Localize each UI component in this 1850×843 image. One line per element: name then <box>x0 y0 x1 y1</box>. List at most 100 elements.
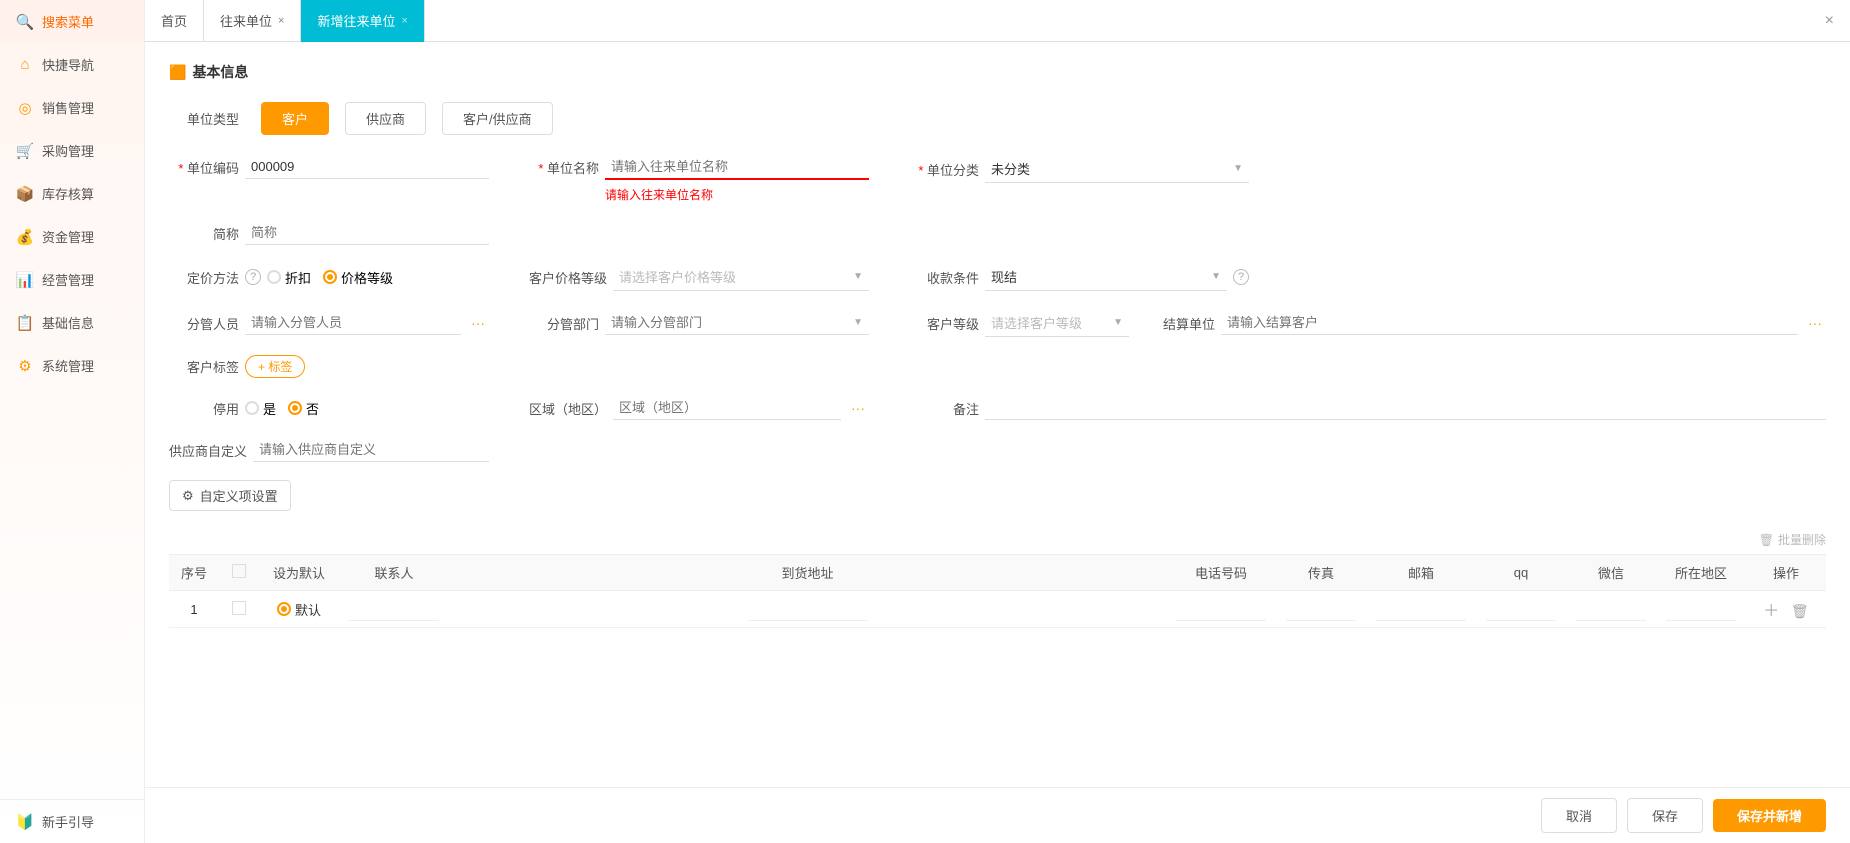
sidebar-item-label: 系统管理 <box>42 356 94 375</box>
row-tags: 客户标签 + 标签 <box>169 355 1826 378</box>
field-supplier-custom: 供应商自定义 <box>169 438 489 462</box>
qq-input[interactable] <box>1486 597 1556 621</box>
finance-icon: 💰 <box>16 228 34 246</box>
email-input[interactable] <box>1376 597 1466 621</box>
cat-select[interactable]: 未分类 ▼ <box>985 155 1249 183</box>
row-disabled-region: 停用 是 否 区域（地区） ··· <box>169 396 1826 420</box>
sidebar-item-sales[interactable]: ◎ 销售管理 <box>0 86 144 129</box>
supplier-custom-input[interactable] <box>253 438 489 462</box>
tab-new-partner-label: 新增往来单位 <box>317 11 395 30</box>
settle-input[interactable] <box>1221 311 1798 335</box>
radio-price-level[interactable]: 价格等级 <box>323 268 393 287</box>
payment-help-icon[interactable]: ? <box>1233 269 1249 285</box>
default-radio[interactable]: 默认 <box>269 600 329 619</box>
batch-delete-icon: 🗑 <box>1759 533 1774 547</box>
radio-no-label: 否 <box>306 399 319 418</box>
sidebar-item-system[interactable]: ⚙ 系统管理 <box>0 344 144 387</box>
delete-row-icon[interactable]: 🗑 <box>1791 603 1809 619</box>
name-label: 单位名称 <box>529 158 599 177</box>
cust-level-value: 请选择客户等级 <box>991 313 1109 332</box>
tab-new-partner-close[interactable]: × <box>401 15 407 27</box>
btn-both[interactable]: 客户/供应商 <box>442 102 553 135</box>
radio-yes-circle <box>245 401 259 415</box>
tab-new-partner[interactable]: 新增往来单位 × <box>301 0 424 42</box>
sidebar-item-search[interactable]: 🔍 搜索菜单 <box>0 0 144 43</box>
save-button[interactable]: 保存 <box>1627 798 1703 833</box>
sidebar: 🔍 搜索菜单 ⌂ 快捷导航 ◎ 销售管理 🛒 采购管理 📦 库存核算 💰 资金管… <box>0 0 145 843</box>
remark-input[interactable] <box>985 396 1826 420</box>
header-checkbox[interactable] <box>232 564 246 578</box>
th-email: 邮箱 <box>1366 555 1476 591</box>
wechat-input[interactable] <box>1576 597 1646 621</box>
code-input[interactable] <box>245 155 489 179</box>
th-wechat: 微信 <box>1566 555 1656 591</box>
region-input[interactable] <box>613 396 841 420</box>
th-default: 设为默认 <box>259 555 339 591</box>
sidebar-item-quicknav[interactable]: ⌂ 快捷导航 <box>0 43 144 86</box>
disabled-label: 停用 <box>169 399 239 418</box>
radio-yes-label: 是 <box>263 399 276 418</box>
save-new-button[interactable]: 保存并新增 <box>1713 799 1826 832</box>
sidebar-item-finance[interactable]: 💰 资金管理 <box>0 215 144 258</box>
btn-customer[interactable]: 客户 <box>261 102 329 135</box>
tag-label: 客户标签 <box>169 357 239 376</box>
td-addr <box>449 591 1166 628</box>
batch-delete-button[interactable]: 🗑 批量删除 <box>1759 531 1826 548</box>
payment-select[interactable]: 现结 ▼ <box>985 263 1227 291</box>
th-region: 所在地区 <box>1656 555 1746 591</box>
name-error-msg: 请输入往来单位名称 <box>605 188 713 202</box>
row-supplier-custom: 供应商自定义 <box>169 438 1826 462</box>
code-label: 单位编码 <box>169 158 239 177</box>
btn-supplier[interactable]: 供应商 <box>345 102 426 135</box>
region-row-input[interactable] <box>1666 597 1736 621</box>
manager-more-icon[interactable]: ··· <box>467 315 489 331</box>
radio-discount[interactable]: 折扣 <box>267 268 311 287</box>
radio-price-level-circle <box>323 270 337 284</box>
cancel-button[interactable]: 取消 <box>1541 798 1617 833</box>
custom-settings-button[interactable]: ⚙ 自定义项设置 <box>169 480 291 511</box>
row-abbr: 简称 <box>169 221 1826 245</box>
add-tag-button[interactable]: + 标签 <box>245 355 305 378</box>
payment-label: 收款条件 <box>909 268 979 287</box>
sales-icon: ◎ <box>16 99 34 117</box>
sidebar-item-purchase[interactable]: 🛒 采购管理 <box>0 129 144 172</box>
tabbar-close-all[interactable]: × <box>1809 12 1850 30</box>
payment-arrow-icon: ▼ <box>1211 271 1221 282</box>
tab-home[interactable]: 首页 <box>145 0 204 42</box>
addr-input[interactable] <box>748 597 868 621</box>
sidebar-item-inventory[interactable]: 📦 库存核算 <box>0 172 144 215</box>
row-checkbox[interactable] <box>232 601 246 615</box>
abbr-input[interactable] <box>245 221 489 245</box>
fax-input[interactable] <box>1286 597 1356 621</box>
table-actions: 🗑 批量删除 <box>169 531 1826 548</box>
contact-input[interactable] <box>349 597 439 621</box>
radio-disabled-yes[interactable]: 是 <box>245 399 276 418</box>
dept-input[interactable] <box>611 315 849 330</box>
newguide-icon: 🔰 <box>16 813 34 831</box>
manager-input[interactable] <box>245 311 461 335</box>
radio-no-dot <box>292 405 298 411</box>
sidebar-item-base[interactable]: 📋 基础信息 <box>0 301 144 344</box>
sidebar-item-newguide[interactable]: 🔰 新手引导 <box>0 800 144 843</box>
radio-disabled-no[interactable]: 否 <box>288 399 319 418</box>
region-more-icon[interactable]: ··· <box>847 400 869 416</box>
purchase-icon: 🛒 <box>16 142 34 160</box>
th-addr: 到货地址 <box>449 555 1166 591</box>
field-name: 单位名称 请输入往来单位名称 <box>529 155 869 203</box>
cust-level-select[interactable]: 请选择客户等级 ▼ <box>985 309 1129 337</box>
pricing-radio-group: 折扣 价格等级 <box>267 268 393 287</box>
tab-partners-close[interactable]: × <box>278 15 284 27</box>
price-level-select[interactable]: 请选择客户价格等级 ▼ <box>613 263 869 291</box>
tab-partners[interactable]: 往来单位 × <box>204 0 301 42</box>
unit-type-label: 单位类型 <box>169 109 239 128</box>
sidebar-item-operations[interactable]: 📊 经营管理 <box>0 258 144 301</box>
settle-more-icon[interactable]: ··· <box>1804 315 1826 331</box>
sidebar-item-label: 采购管理 <box>42 141 94 160</box>
name-input[interactable] <box>605 155 869 180</box>
settings-gear-icon: ⚙ <box>182 488 194 504</box>
pricing-help-icon[interactable]: ? <box>245 269 261 285</box>
add-row-icon[interactable]: ＋ <box>1763 603 1779 620</box>
dept-select[interactable]: ▼ <box>605 311 869 335</box>
phone-input[interactable] <box>1176 597 1266 621</box>
section-icon: 🟧 <box>169 64 186 81</box>
